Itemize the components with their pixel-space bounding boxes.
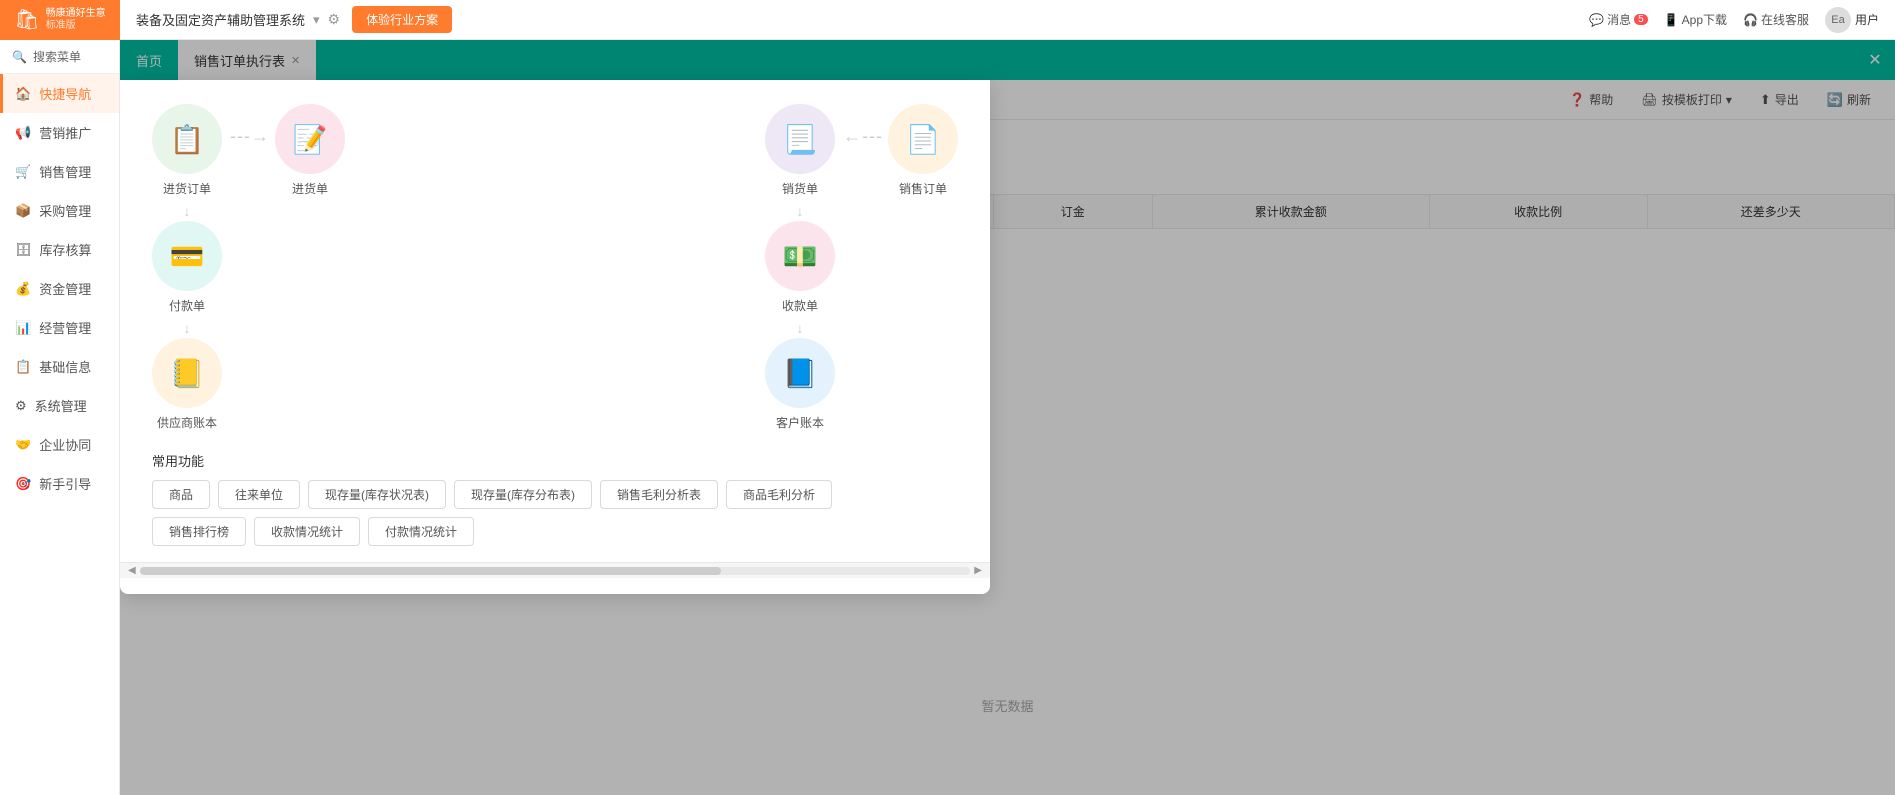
quick-guide-dialog: 📋 进货订单 ↓ 💳 付款单 ↓ 📒 供应商账本 — [120, 80, 990, 594]
flow-node-customer[interactable]: 📘 客户账本 — [765, 338, 835, 431]
logo-sub: 标准版 — [46, 20, 106, 32]
sidebar-item-operation[interactable]: 📊 经营管理 — [0, 308, 119, 347]
flow-node-purchase[interactable]: 📝 进货单 — [275, 104, 345, 197]
flow-node-sales[interactable]: 📃 销货单 — [765, 104, 835, 197]
search-icon: 🔍 — [12, 50, 27, 64]
flow-node-payment-in[interactable]: 💵 收款单 — [765, 221, 835, 314]
search-menu[interactable]: 🔍 搜索菜单 — [0, 40, 119, 74]
sidebar-item-quick[interactable]: 🏠 快捷导航 — [0, 74, 119, 113]
message-btn[interactable]: 💬 消息 5 — [1589, 11, 1648, 28]
message-icon: 💬 — [1589, 13, 1604, 27]
flow-node-purchase-order[interactable]: 📋 进货订单 — [152, 104, 222, 197]
sidebar-item-newbie[interactable]: 🎯 新手引导 — [0, 464, 119, 503]
flow-node-sales-order[interactable]: 📄 销售订单 — [888, 104, 958, 197]
system-icon: ⚙ — [15, 398, 27, 414]
newbie-icon: 🎯 — [15, 476, 31, 492]
func-btn-sales-gross[interactable]: 销售毛利分析表 — [600, 480, 718, 509]
func-btn-stock-dist[interactable]: 现存量(库存分布表) — [454, 480, 592, 509]
scroll-bar[interactable]: ◀ ▶ — [120, 562, 990, 578]
arrow-right-1: - - - → — [230, 126, 267, 147]
finance-icon: 💰 — [15, 281, 31, 297]
user-name: 用户 — [1855, 11, 1879, 28]
flow-node-payment-out[interactable]: 💳 付款单 — [152, 221, 222, 314]
message-badge: 5 — [1634, 14, 1648, 25]
logo-icon: 🛍 — [14, 7, 39, 32]
flow-node-supplier[interactable]: 📒 供应商账本 — [152, 338, 222, 431]
operation-icon: 📊 — [15, 320, 31, 336]
inventory-icon: 🗄 — [15, 242, 32, 258]
arrow-down-4: ↓ — [797, 320, 804, 336]
service-icon: 🎧 — [1743, 13, 1758, 27]
sidebar-item-marketing[interactable]: 📢 营销推广 — [0, 113, 119, 152]
function-buttons-row1: 商品 往来单位 现存量(库存状况表) 现存量(库存分布表) 销售毛利分析表 商品… — [152, 480, 958, 509]
func-btn-payment-stats[interactable]: 付款情况统计 — [368, 517, 474, 546]
func-btn-sales-rank[interactable]: 销售排行榜 — [152, 517, 246, 546]
user-area[interactable]: Ea 用户 — [1825, 7, 1879, 33]
func-btn-stock-status[interactable]: 现存量(库存状况表) — [308, 480, 446, 509]
settings-icon[interactable]: ⚙ — [328, 11, 341, 28]
sidebar-item-collab[interactable]: 🤝 企业协同 — [0, 425, 119, 464]
flow-diagram: 📋 进货订单 ↓ 💳 付款单 ↓ 📒 供应商账本 — [152, 104, 958, 431]
arrow-down-3: ↓ — [797, 203, 804, 219]
experience-btn[interactable]: 体验行业方案 — [352, 6, 452, 33]
basic-icon: 📋 — [15, 359, 31, 375]
arrow-down-1: ↓ — [184, 203, 191, 219]
sidebar: 🔍 搜索菜单 🏠 快捷导航 📢 营销推广 🛒 销售管理 📦 采购管理 🗄 库存核… — [0, 40, 120, 795]
scroll-left-icon[interactable]: ◀ — [124, 565, 140, 576]
sidebar-item-system[interactable]: ⚙ 系统管理 — [0, 386, 119, 425]
app-download-btn[interactable]: 📱 App下载 — [1664, 11, 1727, 28]
logo-area: 🛍 畅康通好生意 标准版 — [0, 0, 120, 40]
func-btn-product[interactable]: 商品 — [152, 480, 210, 509]
arrow-left-dashed: ← - - - — [843, 126, 880, 147]
sidebar-item-basic[interactable]: 📋 基础信息 — [0, 347, 119, 386]
avatar: Ea — [1825, 7, 1851, 33]
sidebar-item-finance[interactable]: 💰 资金管理 — [0, 269, 119, 308]
marketing-icon: 📢 — [15, 125, 31, 141]
collab-icon: 🤝 — [15, 437, 31, 453]
func-btn-receipt-stats[interactable]: 收款情况统计 — [254, 517, 360, 546]
quick-icon: 🏠 — [15, 86, 31, 102]
common-functions-section: 常用功能 商品 往来单位 现存量(库存状况表) 现存量(库存分布表) 销售毛利分… — [152, 451, 958, 546]
download-icon: 📱 — [1664, 13, 1679, 27]
system-title: 装备及固定资产辅助管理系统 — [136, 10, 305, 29]
content-area: 首页 销售订单执行表 ✕ ✕ ❓ 帮助 🖨 按模板打印 ▾ ⬆ 导出 — [120, 40, 1895, 795]
sales-icon: 🛒 — [15, 164, 31, 180]
scroll-right-icon[interactable]: ▶ — [970, 565, 986, 576]
sidebar-item-sales[interactable]: 🛒 销售管理 — [0, 152, 119, 191]
sidebar-item-purchase[interactable]: 📦 采购管理 — [0, 191, 119, 230]
func-btn-partner[interactable]: 往来单位 — [218, 480, 300, 509]
online-service-btn[interactable]: 🎧 在线客服 — [1743, 11, 1809, 28]
common-functions-title: 常用功能 — [152, 451, 958, 470]
sidebar-item-inventory[interactable]: 🗄 库存核算 — [0, 230, 119, 269]
dropdown-icon[interactable]: ▾ — [313, 12, 320, 28]
function-buttons-row2: 销售排行榜 收款情况统计 付款情况统计 — [152, 517, 958, 546]
logo-brand: 畅康通好生意 — [46, 8, 106, 20]
purchase-icon: 📦 — [15, 203, 31, 219]
arrow-down-2: ↓ — [184, 320, 191, 336]
func-btn-product-gross[interactable]: 商品毛利分析 — [726, 480, 832, 509]
